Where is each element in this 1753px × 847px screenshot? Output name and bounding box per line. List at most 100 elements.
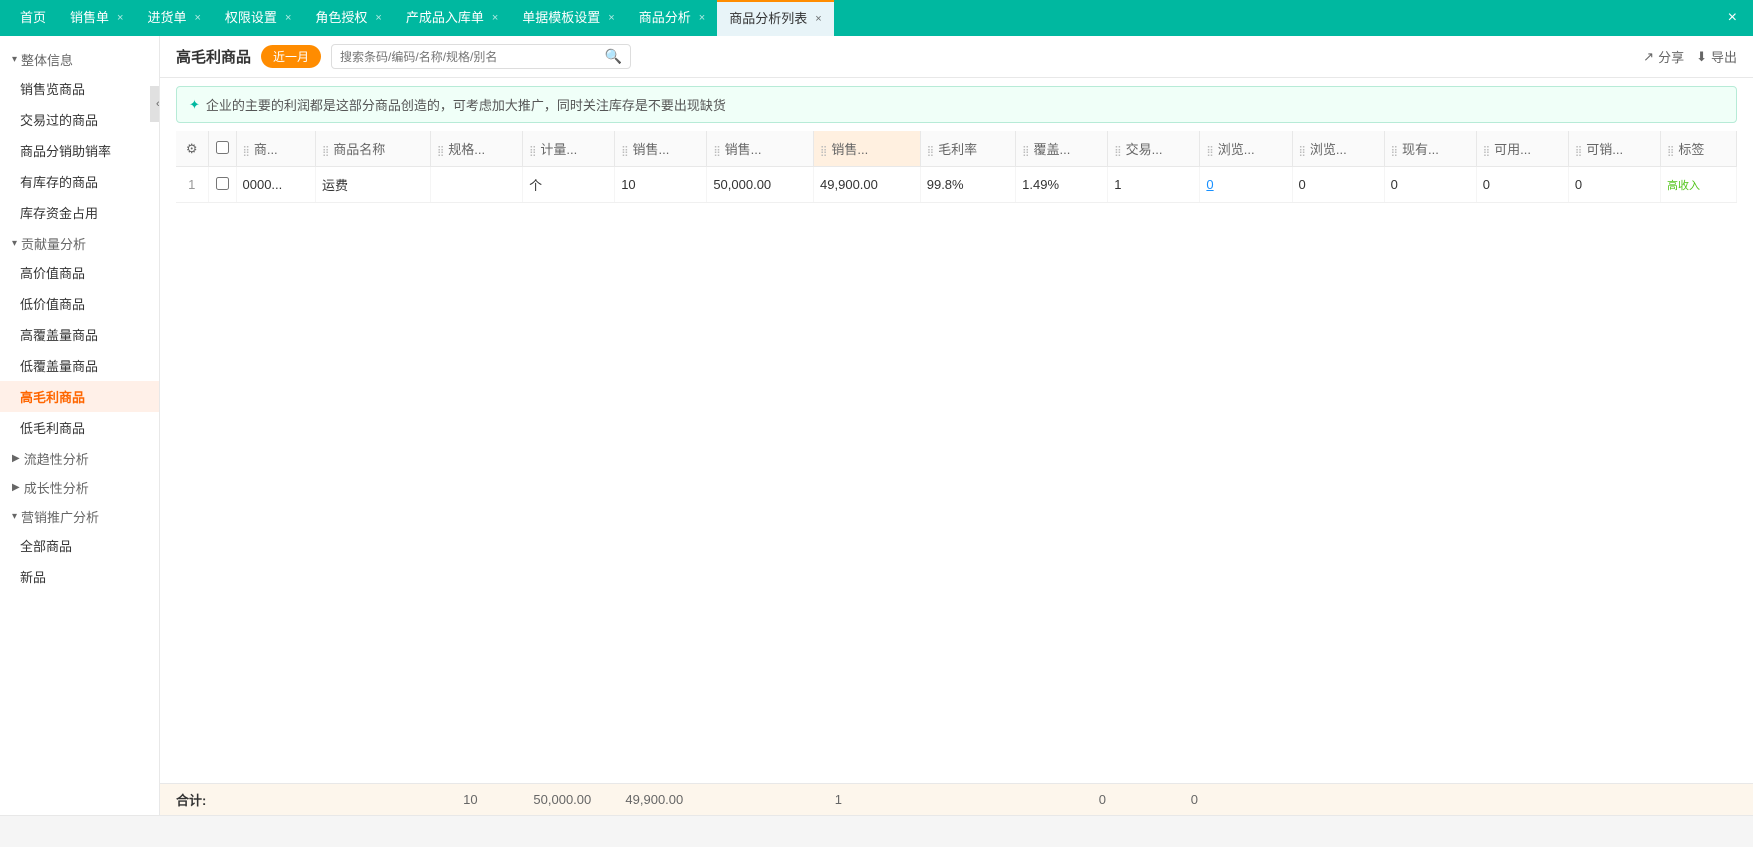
footer-label: 合计:: [176, 790, 206, 809]
expand-icon: ▶: [12, 453, 20, 464]
cell-sales-amount: 50,000.00: [707, 167, 814, 203]
close-icon[interactable]: ×: [375, 0, 381, 36]
th-spec[interactable]: ⣿规格...: [430, 131, 522, 167]
th-transaction[interactable]: ⣿交易...: [1108, 131, 1200, 167]
search-icon[interactable]: 🔍: [605, 48, 622, 65]
sidebar-group-growth[interactable]: ▶ 成长性分析: [0, 472, 159, 501]
sidebar-item-stock-capital[interactable]: 库存资金占用: [0, 197, 159, 228]
sidebar-group-contribution[interactable]: ▾ 贡献量分析: [0, 228, 159, 257]
th-code[interactable]: ⣿商...: [236, 131, 315, 167]
nav-home[interactable]: 首页: [8, 0, 58, 36]
footer-sales-amount: 50,000.00: [522, 792, 602, 807]
nav-role[interactable]: 角色授权 ×: [303, 0, 393, 36]
footer-sales-cost: 49,900.00: [614, 792, 694, 807]
th-browse1[interactable]: ⣿浏览...: [1200, 131, 1292, 167]
footer-sales-qty: 10: [430, 792, 510, 807]
sidebar-group-overall[interactable]: ▾ 整体信息: [0, 44, 159, 73]
cell-unit: 个: [523, 167, 615, 203]
cell-current-stock: 0: [1384, 167, 1476, 203]
sidebar-item-low-coverage[interactable]: 低覆盖量商品: [0, 350, 159, 381]
cell-sellable: 0: [1568, 167, 1660, 203]
share-button[interactable]: ↗ 分享: [1643, 47, 1684, 66]
sidebar-item-in-stock[interactable]: 有库存的商品: [0, 166, 159, 197]
table-row: 1 0000... 运费 个 10 50,000.00 49,900.00 99…: [176, 167, 1737, 203]
sidebar-item-traded[interactable]: 交易过的商品: [0, 104, 159, 135]
cell-checkbox[interactable]: [208, 167, 236, 203]
sidebar-item-high-margin[interactable]: 高毛利商品: [0, 381, 159, 412]
sidebar-item-high-value[interactable]: 高价值商品: [0, 257, 159, 288]
cell-spec: [430, 167, 522, 203]
sidebar-collapse-button[interactable]: «: [150, 86, 160, 122]
horizontal-scrollbar[interactable]: [0, 815, 1753, 827]
cell-browse1[interactable]: 0: [1200, 167, 1292, 203]
expand-icon: ▾: [12, 54, 17, 65]
nav-permission[interactable]: 权限设置 ×: [213, 0, 303, 36]
th-sellable[interactable]: ⣿可销...: [1568, 131, 1660, 167]
close-icon[interactable]: ×: [194, 0, 200, 36]
cell-name: 运费: [315, 167, 430, 203]
nav-purchase[interactable]: 进货单 ×: [135, 0, 212, 36]
footer-available: 0: [1062, 792, 1142, 807]
nav-analysis-list[interactable]: 商品分析列表 ×: [717, 0, 833, 36]
th-checkbox[interactable]: [208, 131, 236, 167]
select-all-checkbox[interactable]: [216, 141, 229, 154]
content-header: 高毛利商品 近一月 🔍 ↗ 分享 ⬇ 导出: [160, 36, 1753, 78]
cell-code: 0000...: [236, 167, 315, 203]
header-actions: ↗ 分享 ⬇ 导出: [1643, 47, 1737, 66]
cell-available: 0: [1476, 167, 1568, 203]
th-coverage[interactable]: ⣿覆盖...: [1016, 131, 1108, 167]
sidebar-item-new-products[interactable]: 新品: [0, 561, 159, 592]
sidebar-group-marketing[interactable]: ▾ 营销推广分析: [0, 501, 159, 530]
page-title: 高毛利商品: [176, 46, 251, 67]
sidebar-item-low-value[interactable]: 低价值商品: [0, 288, 159, 319]
table-wrapper: ⚙ ⣿商... ⣿商品名称 ⣿规格... ⣿计量... ⣿销售... ⣿销售..…: [160, 131, 1753, 783]
sidebar-item-all-products[interactable]: 全部商品: [0, 530, 159, 561]
th-settings[interactable]: ⚙: [176, 131, 208, 167]
th-sales-qty[interactable]: ⣿销售...: [615, 131, 707, 167]
top-navigation: 首页 销售单 × 进货单 × 权限设置 × 角色授权 × 产成品入库单 × 单据…: [0, 0, 1753, 36]
close-icon[interactable]: ×: [815, 1, 821, 37]
search-input[interactable]: [340, 50, 599, 64]
close-icon[interactable]: ×: [608, 0, 614, 36]
th-sales-amount[interactable]: ⣿销售...: [707, 131, 814, 167]
cell-index: 1: [176, 167, 208, 203]
sidebar-item-high-coverage[interactable]: 高覆盖量商品: [0, 319, 159, 350]
th-available[interactable]: ⣿可用...: [1476, 131, 1568, 167]
nav-sales[interactable]: 销售单 ×: [58, 0, 135, 36]
th-gross-margin[interactable]: ⣿毛利率: [920, 131, 1015, 167]
table-header-row: ⚙ ⣿商... ⣿商品名称 ⣿规格... ⣿计量... ⣿销售... ⣿销售..…: [176, 131, 1737, 167]
nav-stock-in[interactable]: 产成品入库单 ×: [394, 0, 510, 36]
close-icon[interactable]: ×: [117, 0, 123, 36]
export-button[interactable]: ⬇ 导出: [1696, 47, 1737, 66]
nav-analysis[interactable]: 商品分析 ×: [627, 0, 717, 36]
footer-sellable: 0: [1154, 792, 1234, 807]
row-checkbox[interactable]: [216, 177, 229, 190]
sidebar-item-distribution[interactable]: 商品分销助销率: [0, 135, 159, 166]
info-banner: ✦ 企业的主要的利润都是这部分商品创造的，可考虑加大推广，同时关注库存是不要出现…: [176, 86, 1737, 123]
close-icon[interactable]: ×: [285, 0, 291, 36]
expand-icon: ▾: [12, 511, 17, 522]
th-current-stock[interactable]: ⣿现有...: [1384, 131, 1476, 167]
close-icon[interactable]: ×: [699, 0, 705, 36]
th-browse2[interactable]: ⣿浏览...: [1292, 131, 1384, 167]
sidebar-item-sales-overview[interactable]: 销售览商品: [0, 73, 159, 104]
footer-transaction: 1: [798, 792, 878, 807]
th-unit[interactable]: ⣿计量...: [523, 131, 615, 167]
search-box: 🔍: [331, 44, 631, 69]
sidebar-item-low-margin[interactable]: 低毛利商品: [0, 412, 159, 443]
filter-button[interactable]: 近一月: [261, 45, 321, 68]
th-sales-cost[interactable]: ⣿销售...: [814, 131, 921, 167]
th-tag[interactable]: ⣿标签: [1661, 131, 1737, 167]
cell-sales-qty: 10: [615, 167, 707, 203]
table-footer: 合计: 10 50,000.00 49,900.00 1 0 0: [160, 783, 1753, 815]
th-name[interactable]: ⣿商品名称: [315, 131, 430, 167]
sidebar-group-trend[interactable]: ▶ 流趋性分析: [0, 443, 159, 472]
data-table: ⚙ ⣿商... ⣿商品名称 ⣿规格... ⣿计量... ⣿销售... ⣿销售..…: [176, 131, 1737, 203]
close-window-button[interactable]: ×: [1720, 9, 1745, 27]
nav-template[interactable]: 单据模板设置 ×: [510, 0, 626, 36]
cell-sales-cost: 49,900.00: [814, 167, 921, 203]
cell-tag: 高收入: [1661, 167, 1737, 203]
close-icon[interactable]: ×: [492, 0, 498, 36]
cell-gross-margin: 99.8%: [920, 167, 1015, 203]
cell-browse2: 0: [1292, 167, 1384, 203]
